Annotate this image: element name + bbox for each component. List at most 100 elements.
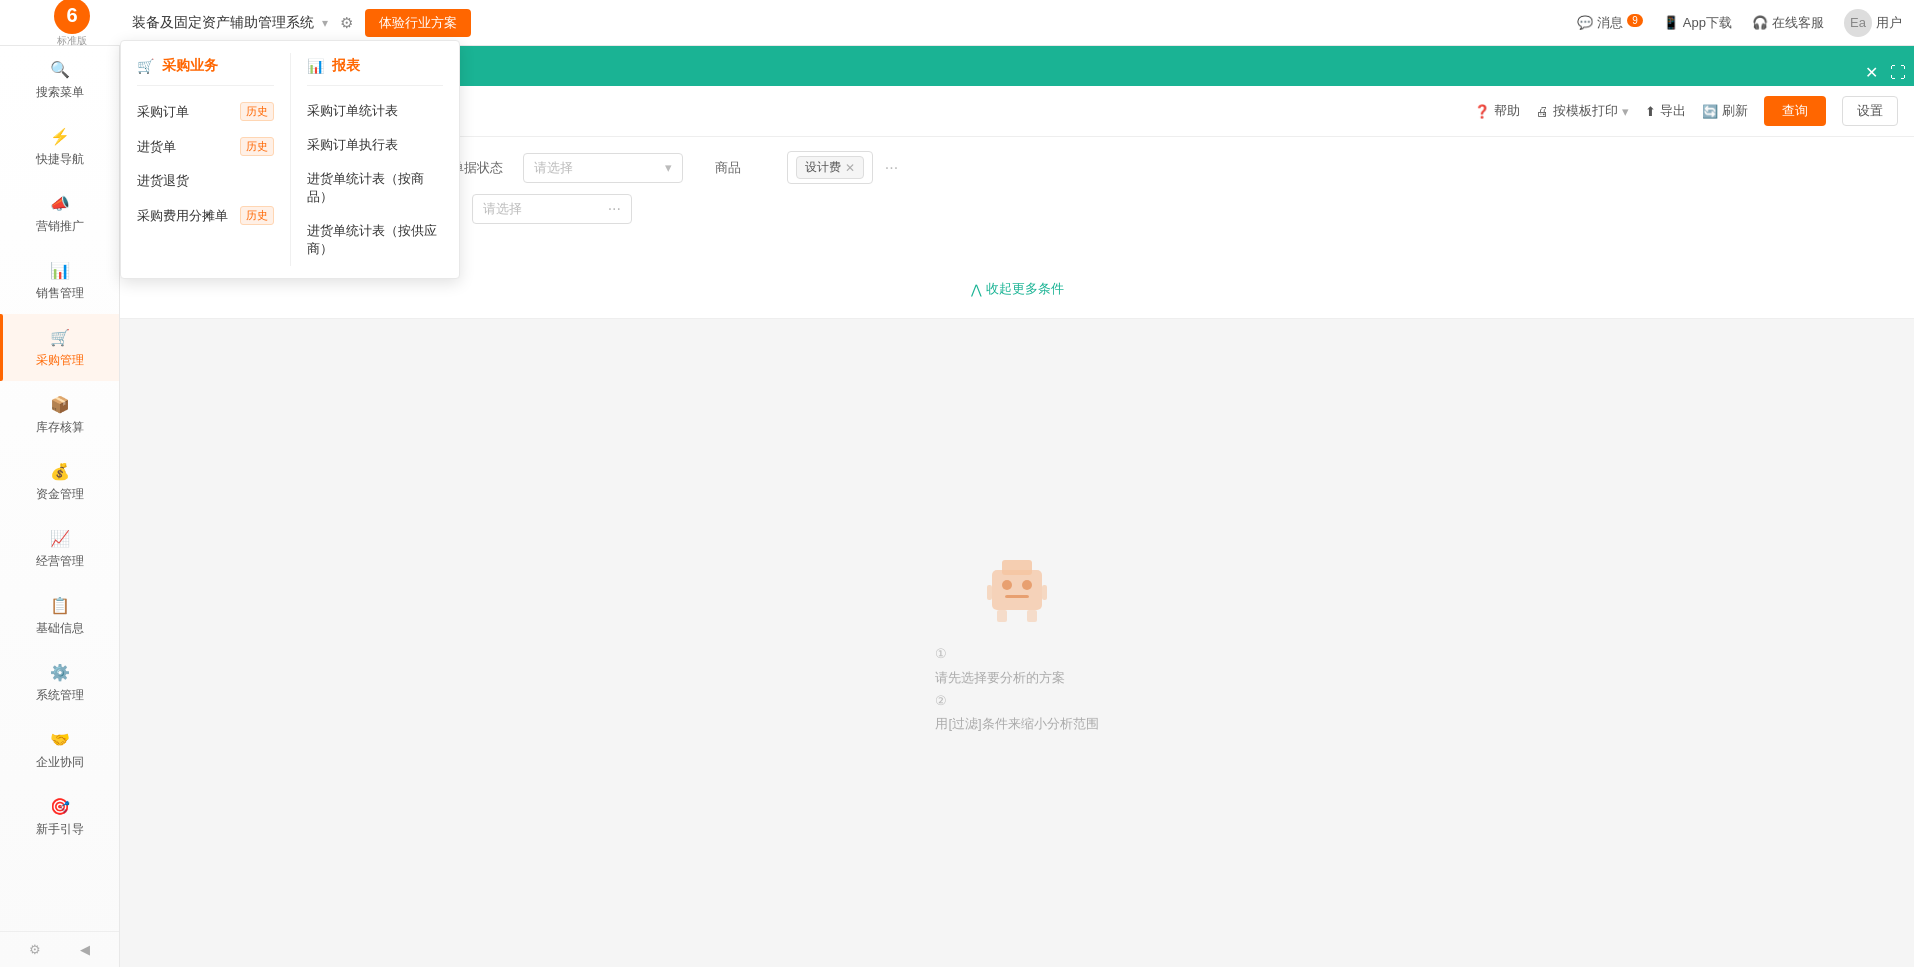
help-icon: ❓ xyxy=(1474,104,1490,119)
print-chevron-icon: ▾ xyxy=(1622,104,1629,119)
chart-icon: 📊 xyxy=(49,259,71,281)
logo-text: 标准版 xyxy=(57,34,87,48)
system-title: 装备及固定资产辅助管理系统 ▾ ⚙ xyxy=(132,14,353,32)
dropdown-item-purchase-order[interactable]: 采购订单 历史 xyxy=(137,94,274,129)
report-icon: 📊 xyxy=(307,58,324,74)
dropdown-item-inbound[interactable]: 进货单 历史 xyxy=(137,129,274,164)
app-label: App下载 xyxy=(1683,14,1732,32)
chevron-down-icon[interactable]: ▾ xyxy=(322,16,328,30)
sidebar-item-sales[interactable]: 📊 销售管理 xyxy=(0,247,119,314)
dropdown-item-inbound-stat-supplier[interactable]: 进货单统计表（按供应商） xyxy=(307,214,444,266)
salesperson-more-icon: ··· xyxy=(608,200,621,218)
goods-tag: 设计费 ✕ xyxy=(796,156,864,179)
print-label: 按模板打印 xyxy=(1553,102,1618,120)
sidebar-item-label: 系统管理 xyxy=(36,687,84,704)
refresh-icon: 🔄 xyxy=(1702,104,1718,119)
item-label: 采购订单执行表 xyxy=(307,136,398,154)
report-header-label: 报表 xyxy=(332,57,360,75)
app-download-btn[interactable]: 📱 App下载 xyxy=(1663,14,1732,32)
sidebar-item-label: 快捷导航 xyxy=(36,151,84,168)
search-icon: 🔍 xyxy=(49,58,71,80)
query-button[interactable]: 查询 xyxy=(1764,96,1826,126)
svg-rect-1 xyxy=(1002,560,1032,575)
svg-rect-4 xyxy=(1005,595,1029,598)
sidebar-item-basic[interactable]: 📋 基础信息 xyxy=(0,582,119,649)
history-badge: 历史 xyxy=(240,102,274,121)
dropdown-columns: 🛒 采购业务 采购订单 历史 进货单 历史 进货退货 采购费用分摊单 历史 📊 xyxy=(121,53,459,266)
close-window-icon[interactable]: ✕ xyxy=(1865,63,1878,82)
sidebar-settings-icon[interactable]: ⚙ xyxy=(29,942,41,957)
dropdown-item-expense[interactable]: 采购费用分摊单 历史 xyxy=(137,198,274,233)
sidebar-item-purchase[interactable]: 🛒 采购管理 xyxy=(0,314,119,381)
collapse-icon: ⋀ xyxy=(971,282,982,297)
sidebar-item-label: 库存核算 xyxy=(36,419,84,436)
list-icon: 📋 xyxy=(49,594,71,616)
avatar: Ea xyxy=(1844,9,1872,37)
sidebar: 🔍 搜索菜单 ⚡ 快捷导航 📣 营销推广 📊 销售管理 🛒 采购管理 📦 库存核… xyxy=(0,46,120,967)
dropdown-item-order-exec[interactable]: 采购订单执行表 xyxy=(307,128,444,162)
refresh-label: 刷新 xyxy=(1722,102,1748,120)
svg-rect-0 xyxy=(992,570,1042,610)
message-btn[interactable]: 💬 消息 9 xyxy=(1577,14,1643,32)
empty-illustration xyxy=(967,550,1067,630)
refresh-btn[interactable]: 🔄 刷新 xyxy=(1702,102,1748,120)
dropdown-item-order-stat[interactable]: 采购订单统计表 xyxy=(307,94,444,128)
collapse-label: 收起更多条件 xyxy=(986,280,1064,298)
svg-point-3 xyxy=(1022,580,1032,590)
headset-icon: 🎧 xyxy=(1752,15,1768,30)
sidebar-item-inventory[interactable]: 📦 库存核算 xyxy=(0,381,119,448)
trend-icon: 📈 xyxy=(49,527,71,549)
goods-more-icon[interactable]: ··· xyxy=(885,159,898,177)
empty-text: ① 请先选择要分析的方案 ② 用[过滤]条件来缩小分析范围 xyxy=(935,642,1098,736)
settings-button[interactable]: 设置 xyxy=(1842,96,1898,126)
salesperson-placeholder: 请选择 xyxy=(483,200,522,218)
dropdown-item-return[interactable]: 进货退货 xyxy=(137,164,274,198)
svg-rect-6 xyxy=(1042,585,1047,600)
goods-filter[interactable]: 设计费 ✕ xyxy=(787,151,873,184)
item-label: 采购订单统计表 xyxy=(307,102,398,120)
sidebar-item-finance[interactable]: 💰 资金管理 xyxy=(0,448,119,515)
help-btn[interactable]: ❓ 帮助 xyxy=(1474,102,1520,120)
lightning-icon: ⚡ xyxy=(49,125,71,147)
maximize-icon[interactable]: ⛶ xyxy=(1890,64,1906,82)
item-label: 进货单统计表（按供应商） xyxy=(307,222,444,258)
sidebar-item-enterprise[interactable]: 🤝 企业协同 xyxy=(0,716,119,783)
phone-icon: 📱 xyxy=(1663,15,1679,30)
service-label: 在线客服 xyxy=(1772,14,1824,32)
sidebar-item-operations[interactable]: 📈 经营管理 xyxy=(0,515,119,582)
print-btn[interactable]: 🖨 按模板打印 ▾ xyxy=(1536,102,1629,120)
export-label: 导出 xyxy=(1660,102,1686,120)
message-badge: 9 xyxy=(1627,14,1643,27)
export-btn[interactable]: ⬆ 导出 xyxy=(1645,102,1686,120)
sidebar-item-marketing[interactable]: 📣 营销推广 xyxy=(0,180,119,247)
user-area[interactable]: Ea 用户 xyxy=(1844,9,1902,37)
sidebar-item-label: 企业协同 xyxy=(36,754,84,771)
sidebar-collapse-icon[interactable]: ◀ xyxy=(80,942,90,957)
sidebar-item-label: 新手引导 xyxy=(36,821,84,838)
sidebar-item-search[interactable]: 🔍 搜索菜单 xyxy=(0,46,119,113)
money-icon: 💰 xyxy=(49,460,71,482)
top-right: 💬 消息 9 📱 App下载 🎧 在线客服 Ea 用户 xyxy=(1577,9,1902,37)
dropdown-item-inbound-stat-goods[interactable]: 进货单统计表（按商品） xyxy=(307,162,444,214)
sidebar-item-label: 销售管理 xyxy=(36,285,84,302)
item-label: 进货单 xyxy=(137,138,176,156)
industry-btn[interactable]: 体验行业方案 xyxy=(365,9,471,37)
goods-label: 商品 xyxy=(715,159,775,177)
empty-hint-1: ① 请先选择要分析的方案 xyxy=(935,642,1098,689)
cart-icon: 🛒 xyxy=(49,326,71,348)
status-select[interactable]: 请选择 ▾ xyxy=(523,153,683,183)
gear-icon[interactable]: ⚙ xyxy=(340,14,353,32)
tag-remove-icon[interactable]: ✕ xyxy=(845,161,855,175)
empty-hint-2: ② 用[过滤]条件来缩小分析范围 xyxy=(935,689,1098,736)
sidebar-item-system[interactable]: ⚙️ 系统管理 xyxy=(0,649,119,716)
service-btn[interactable]: 🎧 在线客服 xyxy=(1752,14,1824,32)
salesperson-select[interactable]: 请选择 ··· xyxy=(472,194,632,224)
sidebar-item-guide[interactable]: 🎯 新手引导 xyxy=(0,783,119,850)
item-label: 进货单统计表（按商品） xyxy=(307,170,444,206)
tab-bar-right: ✕ ⛶ xyxy=(1865,63,1906,86)
history-badge: 历史 xyxy=(240,137,274,156)
status-chevron-icon: ▾ xyxy=(665,160,672,175)
sidebar-item-label: 资金管理 xyxy=(36,486,84,503)
sidebar-item-quick[interactable]: ⚡ 快捷导航 xyxy=(0,113,119,180)
logo-icon: 6 xyxy=(54,0,90,34)
